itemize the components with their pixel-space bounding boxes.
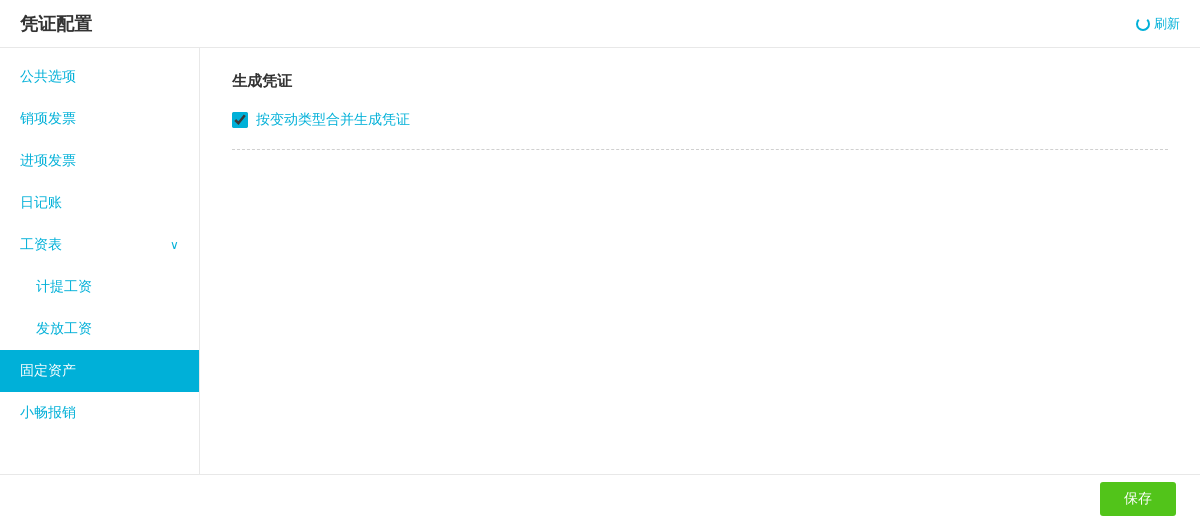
refresh-button[interactable]: 刷新 — [1136, 15, 1180, 33]
sidebar-label-fixed-assets: 固定资产 — [20, 362, 76, 380]
refresh-icon — [1136, 17, 1150, 31]
checkbox-row: 按变动类型合并生成凭证 — [232, 111, 1168, 129]
page-footer: 保存 — [0, 474, 1200, 522]
sidebar-label-purchase-invoice: 进项发票 — [20, 152, 76, 170]
sidebar-item-journal[interactable]: 日记账 — [0, 182, 199, 224]
page-header: 凭证配置 刷新 — [0, 0, 1200, 48]
sidebar-item-payroll-table[interactable]: 工资表 ∨ — [0, 224, 199, 266]
sidebar-item-sales-invoice[interactable]: 销项发票 — [0, 98, 199, 140]
sidebar-label-journal: 日记账 — [20, 194, 62, 212]
merge-checkbox[interactable] — [232, 112, 248, 128]
sidebar-label-pay-payroll: 发放工资 — [36, 320, 92, 338]
sidebar-item-fixed-assets[interactable]: 固定资产 — [0, 350, 199, 392]
sidebar-item-purchase-invoice[interactable]: 进项发票 — [0, 140, 199, 182]
sidebar-item-pay-payroll[interactable]: 发放工资 — [0, 308, 199, 350]
merge-checkbox-label[interactable]: 按变动类型合并生成凭证 — [256, 111, 410, 129]
sidebar-label-expense-report: 小畅报销 — [20, 404, 76, 422]
section-divider — [232, 149, 1168, 150]
save-button[interactable]: 保存 — [1100, 482, 1176, 516]
sidebar-label-sales-invoice: 销项发票 — [20, 110, 76, 128]
refresh-label: 刷新 — [1154, 15, 1180, 33]
main-container: 公共选项 销项发票 进项发票 日记账 工资表 ∨ 计提工资 发放工资 固定资产 … — [0, 48, 1200, 474]
sidebar-label-calc-payroll: 计提工资 — [36, 278, 92, 296]
section-title: 生成凭证 — [232, 72, 1168, 91]
sidebar-item-public-options[interactable]: 公共选项 — [0, 56, 199, 98]
sidebar-item-expense-report[interactable]: 小畅报销 — [0, 392, 199, 434]
page-title: 凭证配置 — [20, 12, 92, 36]
content-area: 生成凭证 按变动类型合并生成凭证 — [200, 48, 1200, 474]
sidebar-item-calc-payroll[interactable]: 计提工资 — [0, 266, 199, 308]
sidebar-label-public-options: 公共选项 — [20, 68, 76, 86]
chevron-down-icon: ∨ — [170, 238, 179, 252]
sidebar: 公共选项 销项发票 进项发票 日记账 工资表 ∨ 计提工资 发放工资 固定资产 … — [0, 48, 200, 474]
sidebar-label-payroll-table: 工资表 — [20, 236, 62, 254]
